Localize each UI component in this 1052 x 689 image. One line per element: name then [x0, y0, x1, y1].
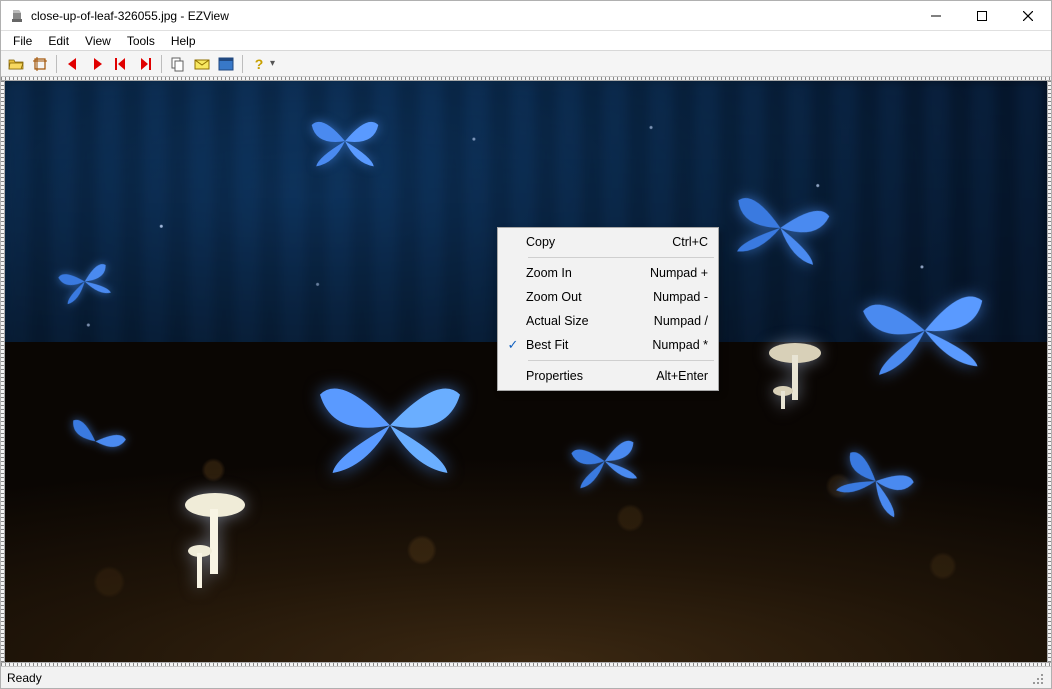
toolbar: ? ▾	[1, 51, 1051, 77]
menubar: File Edit View Tools Help	[1, 31, 1051, 51]
context-menu-properties[interactable]: Properties Alt+Enter	[500, 364, 716, 388]
menu-tools[interactable]: Tools	[119, 32, 163, 50]
context-menu-best-fit[interactable]: ✓ Best Fit Numpad *	[500, 333, 716, 357]
ruler-horizontal-bottom	[1, 662, 1051, 666]
open-icon[interactable]	[5, 53, 27, 75]
ruler-vertical-right	[1047, 81, 1051, 662]
menu-file[interactable]: File	[5, 32, 40, 50]
context-menu-zoom-out[interactable]: Zoom Out Numpad -	[500, 285, 716, 309]
context-menu-separator	[528, 360, 714, 361]
prev-icon[interactable]	[62, 53, 84, 75]
context-menu: Copy Ctrl+C Zoom In Numpad + Zoom Out Nu…	[497, 227, 719, 391]
context-menu-actual-size[interactable]: Actual Size Numpad /	[500, 309, 716, 333]
first-icon[interactable]	[110, 53, 132, 75]
copy-icon[interactable]	[167, 53, 189, 75]
close-button[interactable]	[1005, 1, 1051, 31]
check-icon: ✓	[500, 337, 526, 353]
fullscreen-icon[interactable]	[215, 53, 237, 75]
mail-icon[interactable]	[191, 53, 213, 75]
statusbar: Ready	[1, 666, 1051, 688]
menu-edit[interactable]: Edit	[40, 32, 77, 50]
last-icon[interactable]	[134, 53, 156, 75]
menu-view[interactable]: View	[77, 32, 119, 50]
help-icon[interactable]: ?	[248, 53, 270, 75]
menu-help[interactable]: Help	[163, 32, 204, 50]
context-menu-zoom-in[interactable]: Zoom In Numpad +	[500, 261, 716, 285]
workspace: Copy Ctrl+C Zoom In Numpad + Zoom Out Nu…	[1, 77, 1051, 666]
next-icon[interactable]	[86, 53, 108, 75]
app-icon	[9, 8, 25, 24]
svg-text:?: ?	[255, 56, 264, 72]
context-menu-separator	[528, 257, 714, 258]
toolbar-overflow[interactable]: ▾	[270, 58, 275, 69]
status-text: Ready	[7, 671, 42, 685]
crop-icon[interactable]	[29, 53, 51, 75]
maximize-button[interactable]	[959, 1, 1005, 31]
context-menu-copy[interactable]: Copy Ctrl+C	[500, 230, 716, 254]
titlebar: close-up-of-leaf-326055.jpg - EZView	[1, 1, 1051, 31]
resize-grip[interactable]	[1029, 670, 1045, 686]
minimize-button[interactable]	[913, 1, 959, 31]
image-canvas[interactable]: Copy Ctrl+C Zoom In Numpad + Zoom Out Nu…	[5, 81, 1047, 662]
window-title: close-up-of-leaf-326055.jpg - EZView	[31, 9, 229, 23]
